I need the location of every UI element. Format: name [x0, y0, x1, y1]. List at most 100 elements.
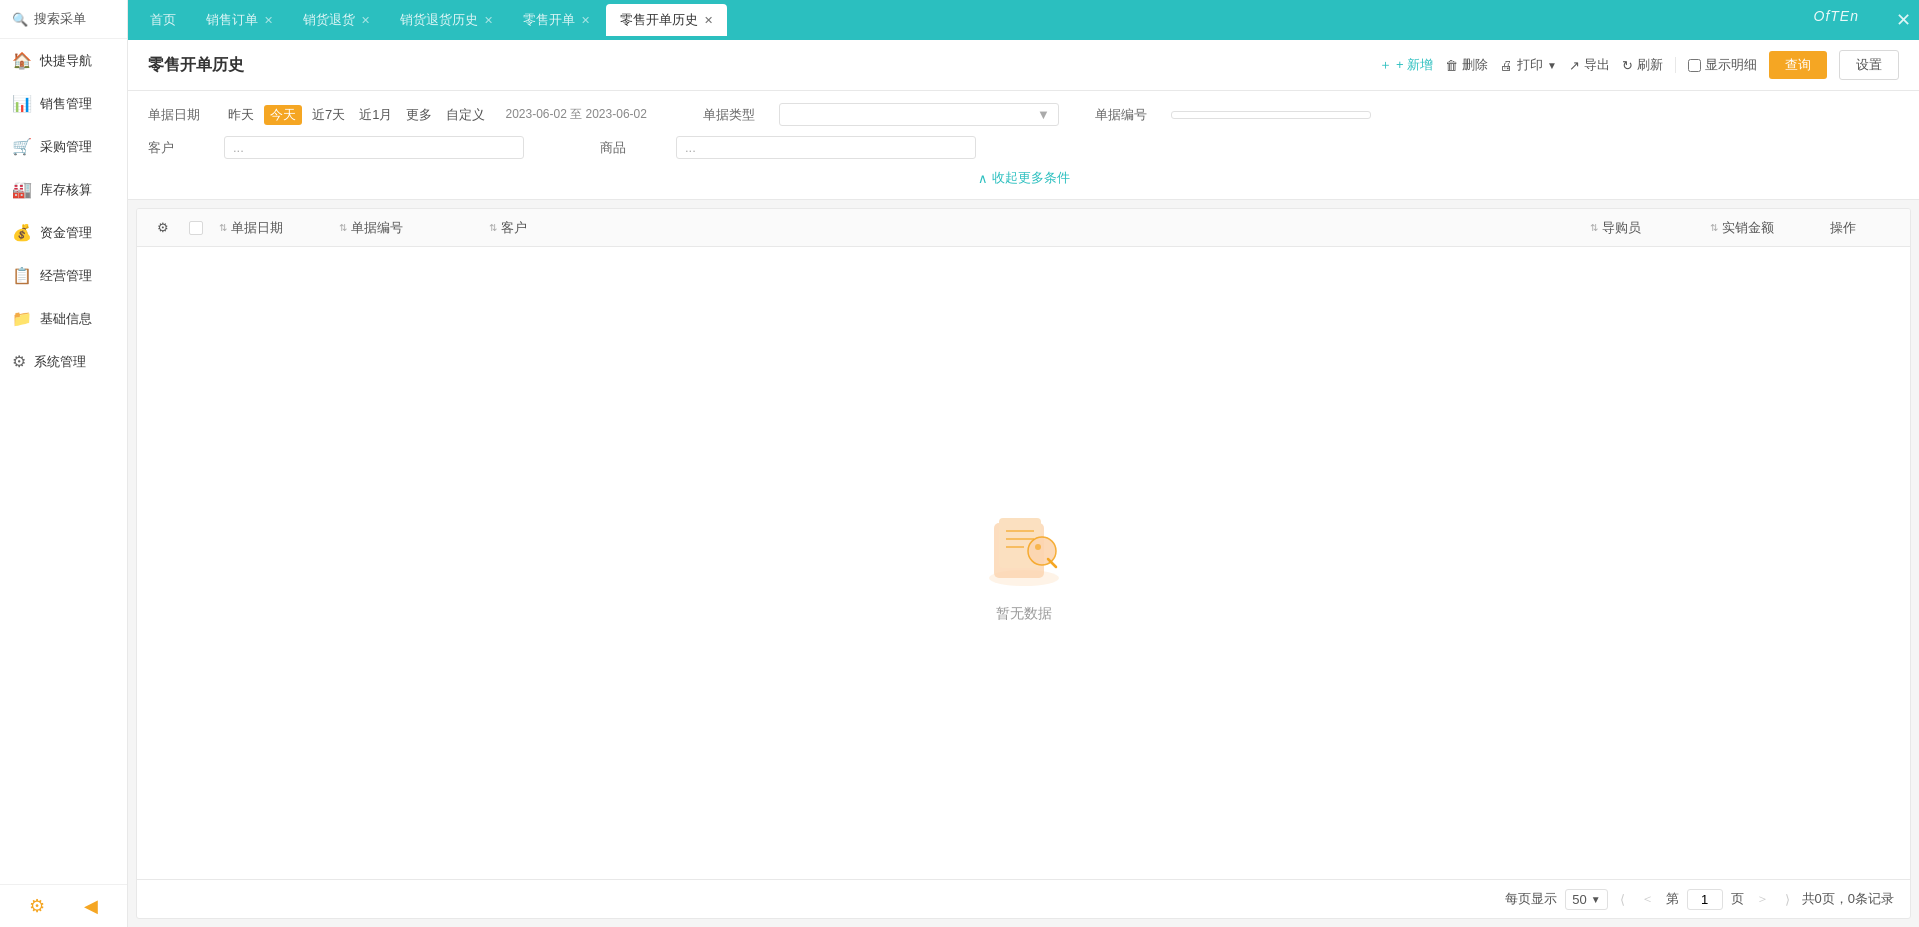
page-input[interactable] [1687, 889, 1723, 910]
collapse-more-btn[interactable]: ∧ 收起更多条件 [148, 169, 1899, 187]
delete-button[interactable]: 🗑 删除 [1445, 56, 1488, 74]
filter-row-2: 客户 ... 商品 ... [148, 136, 1899, 159]
sidebar-item-sales-mgmt[interactable]: 📊 销售管理 [0, 82, 127, 125]
display-toggle[interactable]: 显示明细 [1688, 56, 1757, 74]
sidebar-settings-btn[interactable]: ⚙ [29, 895, 45, 917]
page-title: 零售开单历史 [148, 55, 244, 76]
table-area: ⚙ ⇅ 单据日期 ⇅ 单据编号 ⇅ 客户 ⇅ [136, 208, 1911, 919]
goods-filter-input[interactable]: ... [676, 136, 976, 159]
date-more-btn[interactable]: 更多 [402, 105, 436, 125]
tab-retail-history-label: 零售开单历史 [620, 11, 698, 29]
sidebar-bottom: ⚙ ◀ [0, 884, 127, 927]
sidebar-item-basic-info[interactable]: 📁 基础信息 [0, 297, 127, 340]
customer-input-value: ... [233, 140, 515, 155]
sidebar-item-label: 系统管理 [34, 353, 86, 371]
sidebar-item-purchase-mgmt[interactable]: 🛒 采购管理 [0, 125, 127, 168]
table-header: ⚙ ⇅ 单据日期 ⇅ 单据编号 ⇅ 客户 ⇅ [137, 209, 1910, 247]
clipboard-icon: 📋 [12, 266, 32, 285]
sidebar-nav: 🏠 快捷导航 📊 销售管理 🛒 采购管理 🏭 库存核算 💰 资金管理 📋 经营管… [0, 39, 127, 884]
tab-sales-order-close[interactable]: ✕ [264, 14, 273, 27]
sidebar-item-quick-nav[interactable]: 🏠 快捷导航 [0, 39, 127, 82]
last-page-btn[interactable]: ⟩ [1781, 890, 1794, 909]
print-arrow-icon: ▼ [1547, 60, 1557, 71]
export-button[interactable]: ↗ 导出 [1569, 56, 1610, 74]
tab-sales-return[interactable]: 销货退货 ✕ [289, 4, 384, 36]
date-last7-btn[interactable]: 近7天 [308, 105, 349, 125]
sidebar-item-finance[interactable]: 💰 资金管理 [0, 211, 127, 254]
date-last1m-btn[interactable]: 近1月 [355, 105, 396, 125]
sort-icon: ⇅ [1590, 222, 1598, 233]
tab-retail-history[interactable]: 零售开单历史 ✕ [606, 4, 727, 36]
brand-label: OfTEn [1814, 8, 1859, 24]
th-amount[interactable]: ⇅ 实销金额 [1702, 219, 1822, 237]
th-guide[interactable]: ⇅ 导购员 [1582, 219, 1702, 237]
gear-icon: ⚙ [157, 220, 169, 235]
tab-bar-right: ✕ [1896, 9, 1911, 31]
toolbar: ＋ + 新增 🗑 删除 🖨 打印 ▼ ↗ 导出 ↻ [1379, 50, 1899, 80]
th-checkbox[interactable] [181, 221, 211, 235]
th-customer[interactable]: ⇅ 客户 [481, 219, 1582, 237]
tab-retail-open[interactable]: 零售开单 ✕ [509, 4, 604, 36]
sidebar-item-label: 库存核算 [40, 181, 92, 199]
customer-filter-input[interactable]: ... [224, 136, 524, 159]
settings-button[interactable]: 设置 [1839, 50, 1899, 80]
sidebar-item-operations[interactable]: 📋 经营管理 [0, 254, 127, 297]
th-date-label: 单据日期 [231, 219, 283, 237]
print-button[interactable]: 🖨 打印 ▼ [1500, 56, 1557, 74]
tab-sales-return-history[interactable]: 销货退货历史 ✕ [386, 4, 507, 36]
header-checkbox[interactable] [189, 221, 203, 235]
th-guide-label: 导购员 [1602, 219, 1641, 237]
search-icon: 🔍 [12, 12, 28, 27]
sidebar-item-inventory[interactable]: 🏭 库存核算 [0, 168, 127, 211]
refresh-button[interactable]: ↻ 刷新 [1622, 56, 1663, 74]
tab-sales-order-label: 销售订单 [206, 11, 258, 29]
tab-home-label: 首页 [150, 11, 176, 29]
customer-filter-label: 客户 [148, 139, 208, 157]
th-settings[interactable]: ⚙ [145, 220, 181, 235]
empty-illustration [974, 503, 1074, 593]
window-close-btn[interactable]: ✕ [1896, 9, 1911, 31]
tab-sales-return-close[interactable]: ✕ [361, 14, 370, 27]
page-suffix: 页 [1731, 890, 1744, 908]
money-icon: 💰 [12, 223, 32, 242]
tab-sales-return-history-close[interactable]: ✕ [484, 14, 493, 27]
type-filter-select[interactable]: ▼ [779, 103, 1059, 126]
warehouse-icon: 🏭 [12, 180, 32, 199]
toolbar-divider [1675, 57, 1676, 73]
date-shortcuts: 昨天 今天 近7天 近1月 更多 自定义 [224, 105, 489, 125]
sidebar-item-sys-mgmt[interactable]: ⚙ 系统管理 [0, 340, 127, 383]
export-icon: ↗ [1569, 58, 1580, 73]
th-no[interactable]: ⇅ 单据编号 [331, 219, 481, 237]
tab-retail-open-close[interactable]: ✕ [581, 14, 590, 27]
per-page-select[interactable]: 50 ▼ [1565, 889, 1607, 910]
th-action-label: 操作 [1830, 219, 1856, 237]
no-filter-input[interactable] [1171, 111, 1371, 119]
th-date[interactable]: ⇅ 单据日期 [211, 219, 331, 237]
tab-retail-history-close[interactable]: ✕ [704, 14, 713, 27]
display-toggle-checkbox[interactable] [1688, 59, 1701, 72]
date-today-btn[interactable]: 今天 [264, 105, 302, 125]
per-page-value: 50 [1572, 892, 1586, 907]
sidebar-item-label: 快捷导航 [40, 52, 92, 70]
query-button[interactable]: 查询 [1769, 51, 1827, 79]
goods-filter-label: 商品 [600, 139, 660, 157]
sort-icon: ⇅ [489, 222, 497, 233]
th-no-label: 单据编号 [351, 219, 403, 237]
date-yesterday-btn[interactable]: 昨天 [224, 105, 258, 125]
sidebar-collapse-btn[interactable]: ◀ [84, 895, 98, 917]
tab-home[interactable]: 首页 [136, 4, 190, 36]
tab-sales-return-history-label: 销货退货历史 [400, 11, 478, 29]
sidebar-item-label: 采购管理 [40, 138, 92, 156]
date-custom-btn[interactable]: 自定义 [442, 105, 489, 125]
add-button[interactable]: ＋ + 新增 [1379, 56, 1433, 74]
print-label: 打印 [1517, 56, 1543, 74]
prev-page-btn[interactable]: ＜ [1637, 888, 1658, 910]
first-page-btn[interactable]: ⟨ [1616, 890, 1629, 909]
refresh-icon: ↻ [1622, 58, 1633, 73]
sidebar-search[interactable]: 🔍 搜索采单 [0, 0, 127, 39]
sort-icon: ⇅ [339, 222, 347, 233]
empty-state: 暂无数据 [137, 247, 1910, 879]
next-page-btn[interactable]: ＞ [1752, 888, 1773, 910]
date-filter-label: 单据日期 [148, 106, 208, 124]
tab-sales-order[interactable]: 销售订单 ✕ [192, 4, 287, 36]
